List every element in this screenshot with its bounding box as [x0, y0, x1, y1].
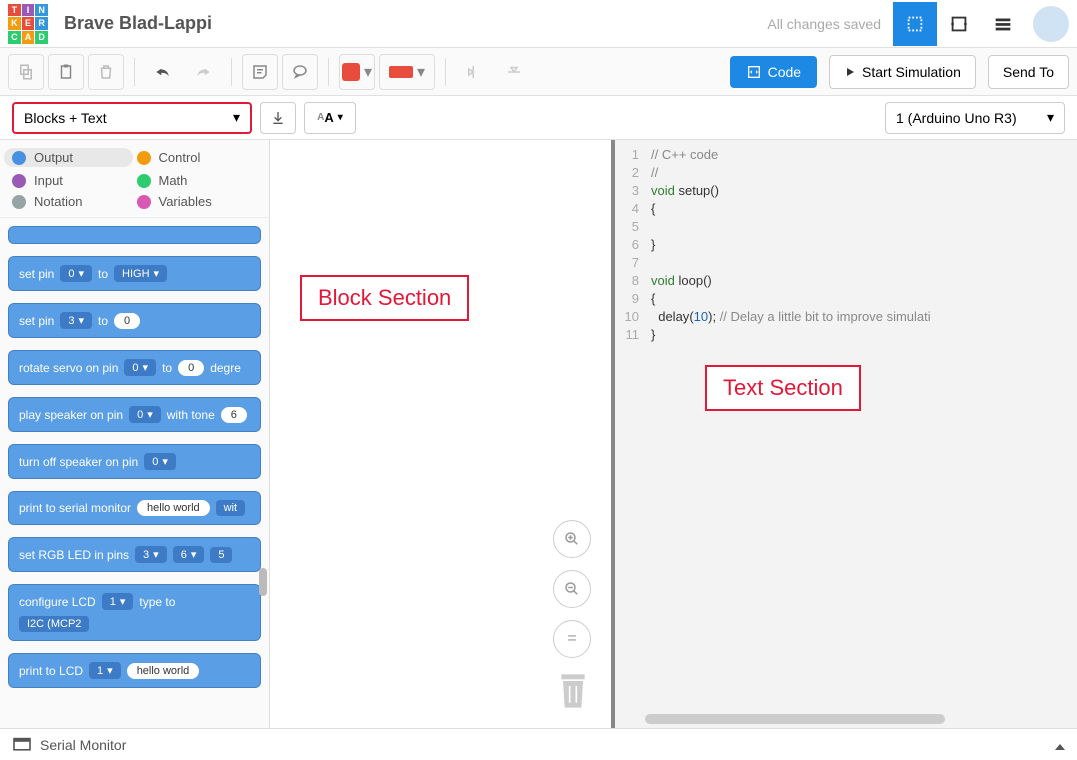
flip-h-button[interactable] — [456, 54, 492, 90]
zoom-out-button[interactable] — [553, 570, 591, 608]
serial-monitor-label[interactable]: Serial Monitor — [40, 737, 126, 753]
code-h-scrollbar[interactable] — [645, 714, 945, 724]
wire-color-button[interactable]: ▾ — [339, 54, 375, 90]
main-area: Output Control Input Math Notation Varia… — [0, 140, 1077, 728]
block-play-speaker[interactable]: play speaker on pin0 ▾with tone6 — [8, 397, 261, 432]
category-control[interactable]: Control — [137, 148, 258, 167]
dot-icon — [137, 174, 151, 188]
block-rotate-servo[interactable]: rotate servo on pin0 ▾to0degre — [8, 350, 261, 385]
block-print-serial[interactable]: print to serial monitorhello worldwit — [8, 491, 261, 525]
user-avatar[interactable] — [1033, 6, 1069, 42]
blocks-list: set pin0 ▾toHIGH ▾ set pin3 ▾to0 rotate … — [0, 218, 269, 728]
chevron-down-icon: ▾ — [1047, 109, 1054, 126]
copy-button[interactable] — [8, 54, 44, 90]
start-simulation-button[interactable]: Start Simulation — [829, 55, 976, 89]
paste-button[interactable] — [48, 54, 84, 90]
undo-button[interactable] — [145, 54, 181, 90]
view-list-button[interactable] — [981, 2, 1025, 46]
color-swatch-icon — [342, 63, 360, 81]
wire-type-button[interactable]: ▾ — [379, 54, 435, 90]
category-variables[interactable]: Variables — [137, 194, 258, 209]
category-math[interactable]: Math — [137, 173, 258, 188]
download-button[interactable] — [260, 102, 296, 134]
download-icon — [270, 110, 286, 126]
zoom-fit-button[interactable]: = — [553, 620, 591, 658]
block-turn-off-speaker[interactable]: turn off speaker on pin0 ▾ — [8, 444, 261, 479]
play-icon — [844, 66, 856, 78]
mode-label: Blocks + Text — [24, 110, 107, 126]
device-dropdown[interactable]: 1 (Arduino Uno R3) ▾ — [885, 102, 1065, 134]
view-circuit-button[interactable] — [893, 2, 937, 46]
code-icon — [746, 64, 762, 80]
blocks-scrollbar[interactable] — [259, 568, 267, 596]
code-mode-dropdown[interactable]: Blocks + Text ▾ — [12, 102, 252, 134]
block-categories: Output Control Input Math Notation Varia… — [0, 140, 269, 218]
category-notation[interactable]: Notation — [12, 194, 133, 209]
flip-v-button[interactable] — [496, 54, 532, 90]
line-gutter: 1 2 3 4 5 6 7 8 9 10 11 — [615, 140, 645, 728]
dot-icon — [137, 151, 151, 165]
block-canvas[interactable]: Block Section = — [270, 140, 615, 728]
category-output[interactable]: Output — [4, 148, 133, 167]
send-to-button[interactable]: Send To — [988, 55, 1069, 89]
dot-icon — [137, 195, 151, 209]
annotation-block-section: Block Section — [300, 275, 469, 321]
block-panel: Output Control Input Math Notation Varia… — [0, 140, 270, 728]
annotation-text-section: Text Section — [705, 365, 861, 411]
block-set-pin-value[interactable]: set pin3 ▾to0 — [8, 303, 261, 338]
project-title[interactable]: Brave Blad-Lappi — [64, 13, 212, 34]
code-subtoolbar: Blocks + Text ▾ AA▾ 1 (Arduino Uno R3) ▾ — [0, 96, 1077, 140]
zoom-in-button[interactable] — [553, 520, 591, 558]
block-print-lcd[interactable]: print to LCD1 ▾hello world — [8, 653, 261, 688]
trash-icon[interactable] — [553, 667, 593, 720]
delete-button[interactable] — [88, 54, 124, 90]
block-set-pin-high[interactable]: set pin0 ▾toHIGH ▾ — [8, 256, 261, 291]
tinkercad-logo[interactable]: TIN KER CAD — [8, 4, 48, 44]
expand-serial-icon[interactable] — [1055, 740, 1065, 750]
block-configure-lcd[interactable]: configure LCD1 ▾type toI2C (MCP2 — [8, 584, 261, 641]
code-body[interactable]: // C++ code // void setup() { } void loo… — [645, 140, 1077, 728]
chevron-down-icon: ▾ — [233, 109, 240, 126]
code-editor[interactable]: 1 2 3 4 5 6 7 8 9 10 11 // C++ code // v… — [615, 140, 1077, 728]
zoom-controls: = — [553, 520, 591, 658]
toolbar: ▾ ▾ Code Start Simulation Send To — [0, 48, 1077, 96]
header: TIN KER CAD Brave Blad-Lappi All changes… — [0, 0, 1077, 48]
save-status: All changes saved — [767, 16, 881, 32]
font-size-button[interactable]: AA▾ — [304, 102, 356, 134]
dot-icon — [12, 195, 26, 209]
sim-label: Start Simulation — [862, 64, 961, 80]
code-label: Code — [768, 64, 801, 80]
notes-button[interactable] — [242, 54, 278, 90]
category-input[interactable]: Input — [12, 173, 133, 188]
serial-monitor-icon — [12, 737, 32, 753]
device-label: 1 (Arduino Uno R3) — [896, 110, 1017, 126]
block-partial[interactable] — [8, 226, 261, 244]
redo-button[interactable] — [185, 54, 221, 90]
dot-icon — [12, 174, 26, 188]
view-schematic-button[interactable] — [937, 2, 981, 46]
comment-button[interactable] — [282, 54, 318, 90]
block-set-rgb-led[interactable]: set RGB LED in pins3 ▾6 ▾5 — [8, 537, 261, 572]
font-label: A — [324, 110, 333, 125]
code-button[interactable]: Code — [730, 56, 817, 88]
dot-icon — [12, 151, 26, 165]
footer: Serial Monitor — [0, 728, 1077, 760]
wire-type-icon — [389, 66, 413, 78]
